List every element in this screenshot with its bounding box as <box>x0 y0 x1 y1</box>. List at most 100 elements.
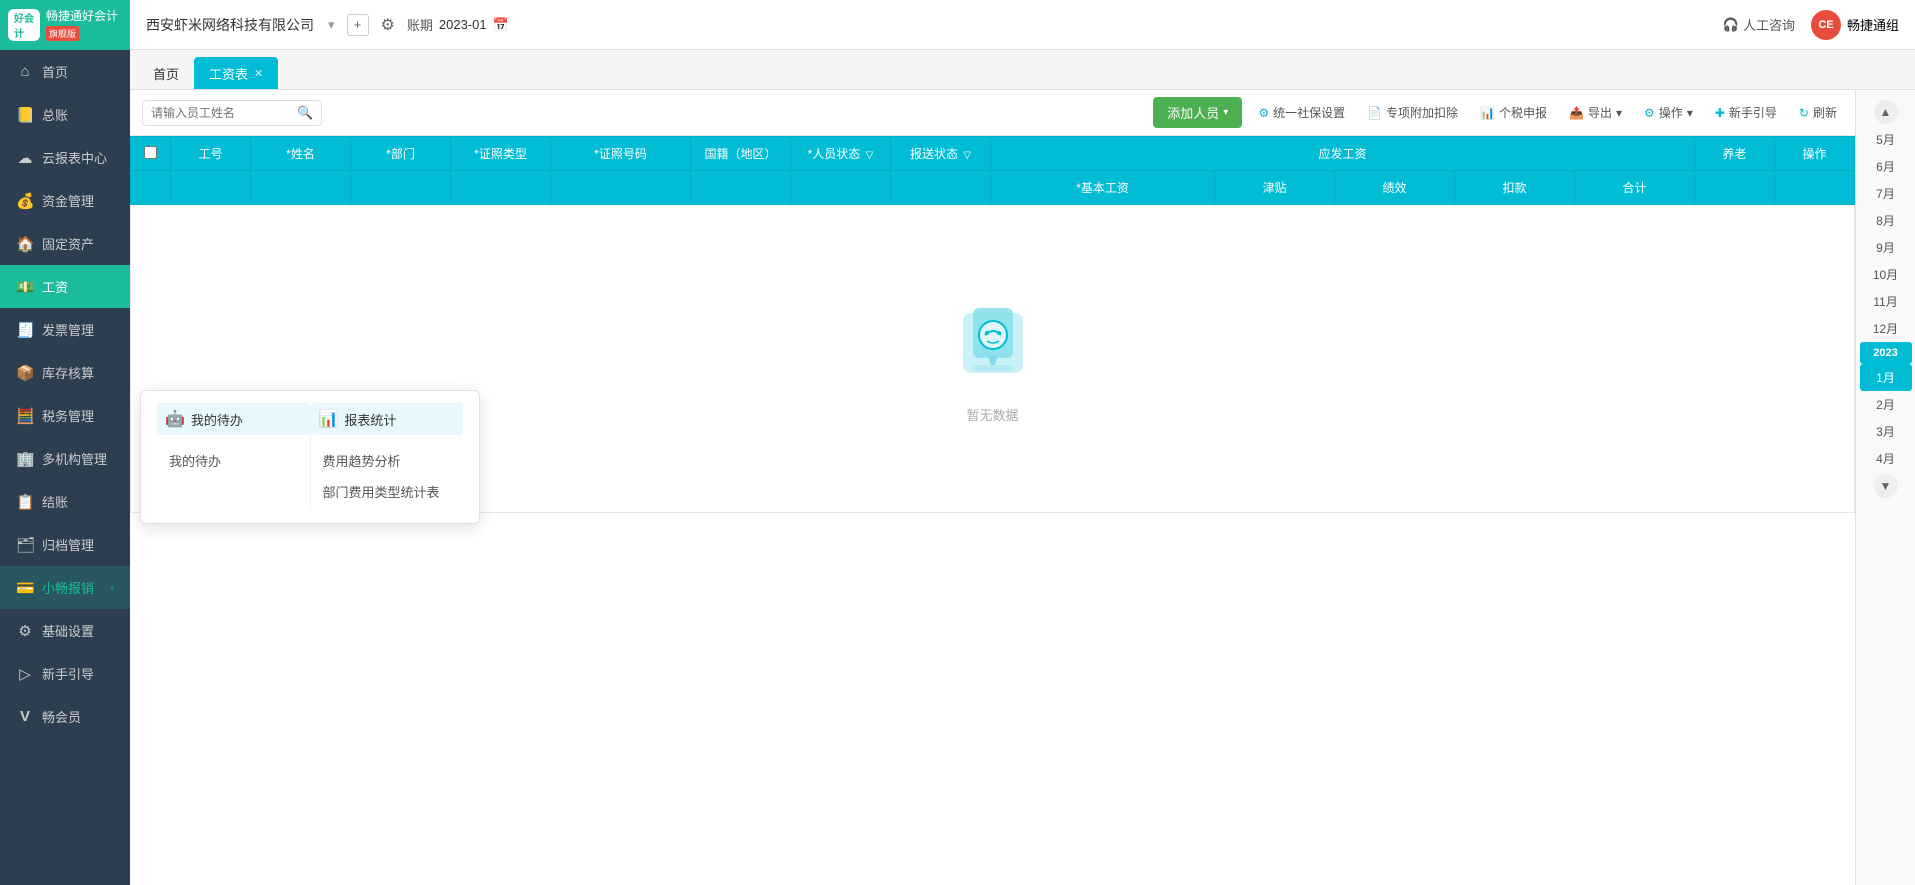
expense-icon: 💳 <box>16 579 34 597</box>
todo-section-label: 我的待办 <box>191 410 243 429</box>
col-header-status: *人员状态 ▽ <box>791 137 891 171</box>
operation-icon: ⚙ <box>1644 106 1655 120</box>
tab-salary-close[interactable]: ✕ <box>254 67 263 80</box>
tab-salary-label: 工资表 <box>209 64 248 83</box>
popup-item-dept-cost[interactable]: 部门费用类型统计表 <box>319 476 456 507</box>
popup-stats-title: 📊 报表统计 <box>311 403 464 435</box>
sidebar-label-guide: 新手引导 <box>42 664 94 683</box>
sidebar-item-archive[interactable]: 🗂 归档管理 <box>0 523 130 566</box>
sidebar-label-closing: 结账 <box>42 492 68 511</box>
sidebar-label-tax: 税务管理 <box>42 406 94 425</box>
sidebar-label-invoice: 发票管理 <box>42 320 94 339</box>
cal-month-7[interactable]: 7月 <box>1860 180 1912 207</box>
cal-month-5[interactable]: 5月 <box>1860 126 1912 153</box>
popup-item-mytodo[interactable]: 我的待办 <box>165 445 302 476</box>
personal-tax-action[interactable]: 📊 个税申报 <box>1474 100 1553 125</box>
sidebar-item-ledger[interactable]: 📒 总账 <box>0 93 130 136</box>
status-filter-icon[interactable]: ▽ <box>866 150 874 161</box>
refresh-action[interactable]: ↻ 刷新 <box>1793 100 1843 125</box>
logo-icon: 好会计 <box>8 9 40 41</box>
sidebar-item-multi-org[interactable]: 🏢 多机构管理 <box>0 437 130 480</box>
cal-month-6[interactable]: 6月 <box>1860 153 1912 180</box>
tab-home[interactable]: 首页 <box>138 57 194 89</box>
cal-month-9[interactable]: 9月 <box>1860 234 1912 261</box>
new-guide-action[interactable]: ✚ 新手引导 <box>1709 100 1783 125</box>
sidebar-item-fixed-assets[interactable]: 🏠 固定资产 <box>0 222 130 265</box>
assets-icon: 🏠 <box>16 235 34 253</box>
col-header-country: 国籍（地区） <box>691 137 791 171</box>
cal-month-12[interactable]: 12月 <box>1860 315 1912 342</box>
social-insurance-icon: ⚙ <box>1258 106 1269 120</box>
sub-name <box>251 171 351 205</box>
sidebar-item-basic[interactable]: ⚙ 基础设置 <box>0 609 130 652</box>
sidebar-item-fund[interactable]: 💰 资金管理 <box>0 179 130 222</box>
collapse-icon: ‹ <box>111 582 114 593</box>
popup-col-stats: 📊 报表统计 费用趋势分析 部门费用类型统计表 <box>310 407 464 507</box>
org-icon: 🏢 <box>16 450 34 468</box>
add-person-label: 添加人员 <box>1167 103 1219 122</box>
refresh-icon: ↻ <box>1799 106 1809 120</box>
tab-salary[interactable]: 工资表 ✕ <box>194 57 278 89</box>
add-person-button[interactable]: 添加人员 ▾ <box>1153 97 1242 128</box>
sidebar-label-archive: 归档管理 <box>42 535 94 554</box>
social-insurance-label: 统一社保设置 <box>1273 104 1345 121</box>
cal-month-2[interactable]: 2月 <box>1860 391 1912 418</box>
service-button[interactable]: 🎧 人工咨询 <box>1723 15 1795 34</box>
sidebar-label-vip: 畅会员 <box>42 707 81 726</box>
special-deduct-label: 专项附加扣除 <box>1386 104 1458 121</box>
sidebar-label-org: 多机构管理 <box>42 449 107 468</box>
header-add-button[interactable]: + <box>347 14 369 36</box>
sub-base-salary: *基本工资 <box>991 171 1215 205</box>
export-label: 导出 <box>1588 104 1612 121</box>
export-action[interactable]: 📤 导出 ▾ <box>1563 100 1628 125</box>
cal-month-3[interactable]: 3月 <box>1860 418 1912 445</box>
operation-action[interactable]: ⚙ 操作 ▾ <box>1638 100 1699 125</box>
special-deduct-action[interactable]: 📄 专项附加扣除 <box>1361 100 1464 125</box>
calendar-down-nav[interactable]: ▼ <box>1874 474 1898 498</box>
col-header-checkbox[interactable] <box>131 137 171 171</box>
sub-id-num <box>551 171 691 205</box>
cal-month-8[interactable]: 8月 <box>1860 207 1912 234</box>
sidebar-item-inventory[interactable]: 📦 库存核算 <box>0 351 130 394</box>
todo-section-icon: 🤖 <box>165 409 185 429</box>
sidebar-label-inventory: 库存核算 <box>42 363 94 382</box>
sidebar-item-guide[interactable]: ▷ 新手引导 <box>0 652 130 695</box>
report-filter-icon[interactable]: ▽ <box>963 150 971 161</box>
sidebar-item-salary[interactable]: 💵 工资 <box>0 265 130 308</box>
popup-item-cost-trend[interactable]: 费用趋势分析 <box>319 445 456 476</box>
search-icon[interactable]: 🔍 <box>297 105 313 121</box>
stats-section-icon: 📊 <box>319 409 339 429</box>
search-input[interactable] <box>151 106 291 120</box>
select-all-checkbox[interactable] <box>144 146 157 159</box>
calendar-up-nav[interactable]: ▲ <box>1874 100 1898 124</box>
cal-month-10[interactable]: 10月 <box>1860 261 1912 288</box>
sidebar-label-assets: 固定资产 <box>42 234 94 253</box>
company-name: 西安虾米网络科技有限公司 <box>146 15 314 35</box>
calendar-icon[interactable]: 📅 <box>493 17 509 33</box>
headset-icon: 🎧 <box>1723 17 1739 33</box>
logo-text-block: 畅捷通好会计 旗舰版 <box>46 9 118 42</box>
header-settings-button[interactable]: ⚙ <box>381 15 395 35</box>
sidebar-item-home[interactable]: ⌂ 首页 <box>0 50 130 93</box>
cal-month-11[interactable]: 11月 <box>1860 288 1912 315</box>
add-person-dropdown-arrow: ▾ <box>1223 107 1228 118</box>
social-insurance-action[interactable]: ⚙ 统一社保设置 <box>1252 100 1351 125</box>
sidebar-item-vip[interactable]: V 畅会员 <box>0 695 130 738</box>
sidebar-item-tax[interactable]: 🧮 税务管理 <box>0 394 130 437</box>
accounting-period: 账期 2023-01 📅 <box>407 15 509 34</box>
company-dropdown-icon[interactable]: ▾ <box>328 17 335 33</box>
sidebar: 好会计 畅捷通好会计 旗舰版 ⌂ 首页 📒 总账 ☁ 云报表中心 💰 资金管理 … <box>0 0 130 885</box>
empty-icon <box>943 293 1043 393</box>
col-header-report: 报送状态 ▽ <box>891 137 991 171</box>
sidebar-item-expense[interactable]: 💳 小畅报销 ‹ <box>0 566 130 609</box>
operation-label: 操作 <box>1659 104 1683 121</box>
sidebar-label-basic: 基础设置 <box>42 621 94 640</box>
sub-action <box>1775 171 1855 205</box>
cal-month-4[interactable]: 4月 <box>1860 445 1912 472</box>
user-profile[interactable]: CE 畅捷通组 <box>1811 10 1899 40</box>
sidebar-item-cloud-report[interactable]: ☁ 云报表中心 <box>0 136 130 179</box>
cal-month-1[interactable]: 1月 <box>1860 364 1912 391</box>
sidebar-item-closing[interactable]: 📋 结账 <box>0 480 130 523</box>
sidebar-item-invoice[interactable]: 🧾 发票管理 <box>0 308 130 351</box>
stats-section-label: 报表统计 <box>344 410 396 429</box>
